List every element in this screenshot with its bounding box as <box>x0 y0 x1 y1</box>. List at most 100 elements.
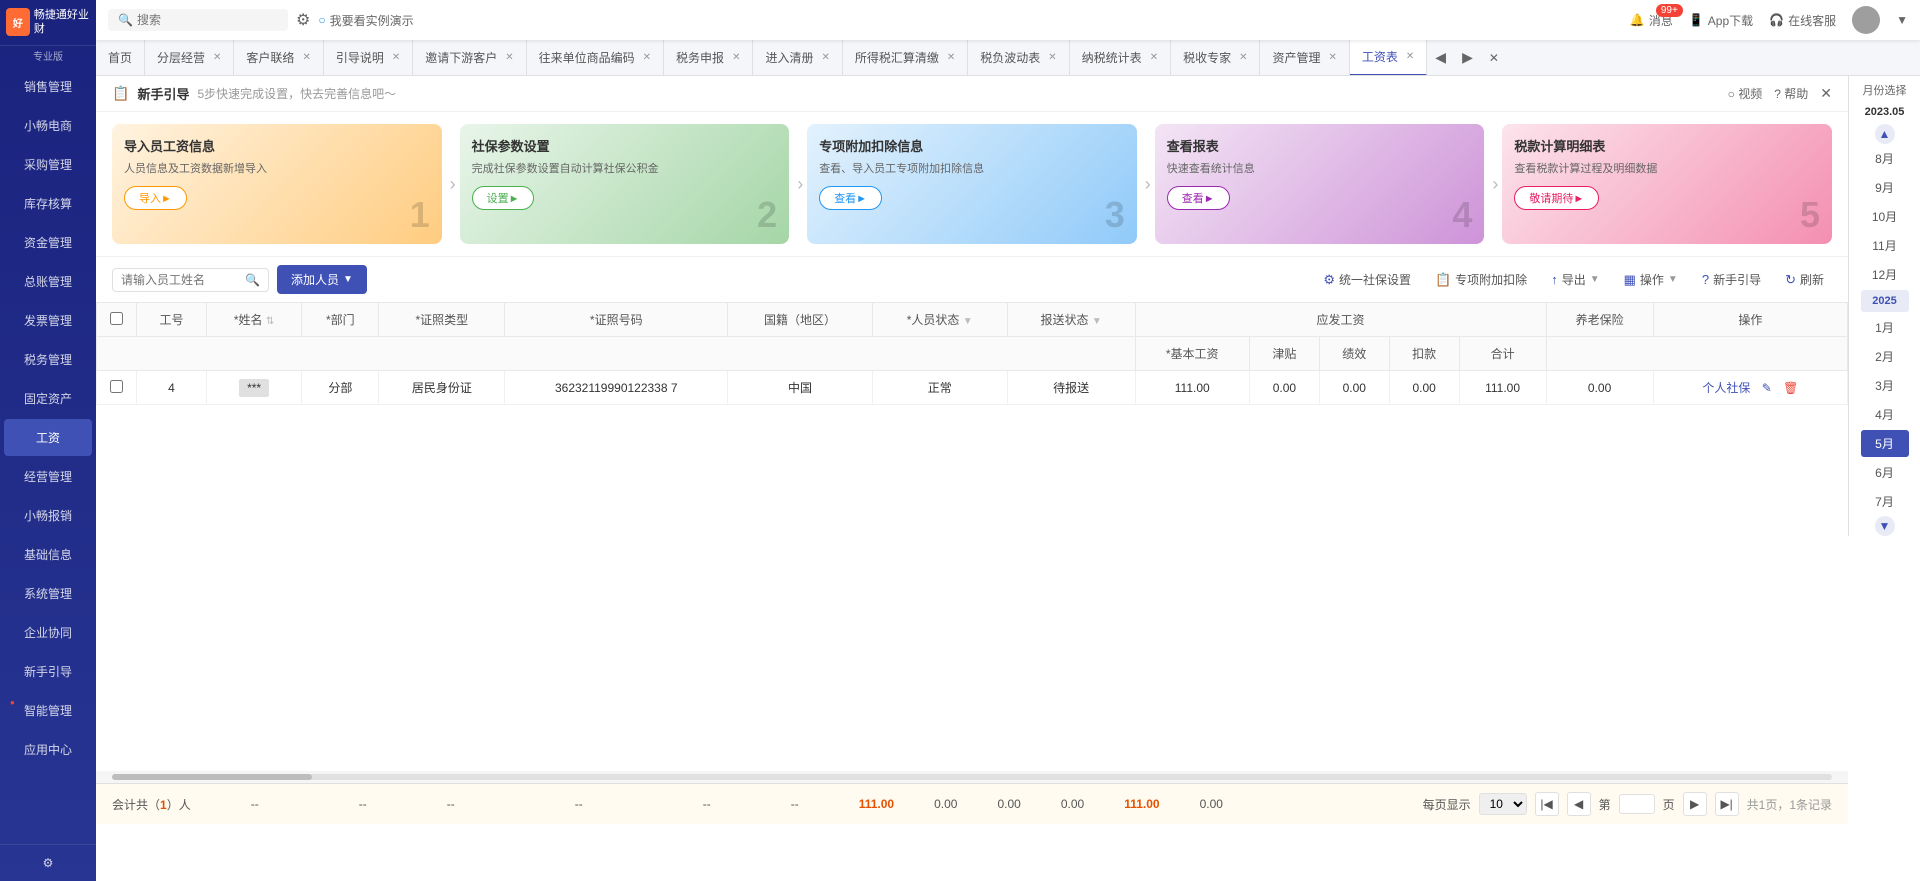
name-sort-icon[interactable]: ⇅ <box>266 316 274 327</box>
step-2-btn[interactable]: 设置► <box>472 186 535 210</box>
month-item-3[interactable]: 3月 <box>1861 372 1909 399</box>
settings-icon[interactable]: ⚙ <box>296 10 310 30</box>
demo-link[interactable]: ○ 我要看实例演示 <box>318 12 413 29</box>
page-next-btn[interactable]: ▶ <box>1683 792 1707 816</box>
export-btn[interactable]: ↑ 导出 ▼ <box>1543 267 1607 292</box>
sidebar-item-guide[interactable]: 新手引导 <box>4 653 92 690</box>
tab-income-tax[interactable]: 所得税汇算清缴 ✕ <box>843 40 968 76</box>
page-prev-btn[interactable]: ◀ <box>1567 792 1591 816</box>
month-item-9[interactable]: 9月 <box>1861 174 1909 201</box>
report-status-filter-icon[interactable]: ▼ <box>1092 316 1102 327</box>
month-item-4[interactable]: 4月 <box>1861 401 1909 428</box>
scroll-track[interactable] <box>112 774 1832 780</box>
month-item-8[interactable]: 8月 <box>1861 145 1909 172</box>
tab-close-guide-desc[interactable]: ✕ <box>392 52 400 63</box>
row-checkbox[interactable] <box>110 380 123 393</box>
step-3-btn[interactable]: 查看► <box>819 186 882 210</box>
sidebar-item-system[interactable]: 系统管理 <box>4 575 92 612</box>
row-checkbox-cell[interactable] <box>97 371 137 405</box>
page-input[interactable]: 1 <box>1619 794 1655 814</box>
page-first-btn[interactable]: |◀ <box>1535 792 1559 816</box>
step-4-btn[interactable]: 查看► <box>1167 186 1230 210</box>
tab-close-tax-relief[interactable]: ✕ <box>1048 52 1056 63</box>
sidebar-item-assets[interactable]: 固定资产 <box>4 380 92 417</box>
month-item-5[interactable]: 5月 <box>1861 430 1909 457</box>
header-search-input[interactable] <box>137 13 257 27</box>
employee-search-box[interactable]: 🔍 <box>112 268 269 292</box>
sidebar-item-purchase[interactable]: 采购管理 <box>4 146 92 183</box>
sidebar-item-inventory[interactable]: 库存核算 <box>4 185 92 222</box>
user-menu-btn[interactable]: ▼ <box>1896 13 1908 27</box>
sidebar-item-tax[interactable]: 税务管理 <box>4 341 92 378</box>
guide-help-link[interactable]: ? 帮助 <box>1774 85 1808 102</box>
sidebar-item-operations[interactable]: 经营管理 <box>4 458 92 495</box>
page-size-select[interactable]: 10 20 50 <box>1479 793 1527 815</box>
tab-next-btn[interactable]: ▶ <box>1454 40 1481 76</box>
month-item-7[interactable]: 7月 <box>1861 488 1909 515</box>
step-1-btn[interactable]: 导入► <box>124 186 187 210</box>
month-item-11[interactable]: 11月 <box>1861 232 1909 259</box>
sidebar-item-ecommerce[interactable]: 小畅电商 <box>4 107 92 144</box>
tab-close-asset-mgmt[interactable]: ✕ <box>1329 52 1337 63</box>
month-up-btn[interactable]: ▲ <box>1875 124 1895 144</box>
row-edit-icon[interactable]: ✎ <box>1762 381 1772 395</box>
month-item-6[interactable]: 6月 <box>1861 459 1909 486</box>
tab-invite[interactable]: 邀请下游客户 ✕ <box>413 40 526 76</box>
tab-clear[interactable]: 进入清册 ✕ <box>753 40 842 76</box>
sidebar-item-app-center[interactable]: 应用中心 <box>4 731 92 768</box>
sidebar-settings[interactable]: ⚙ <box>4 846 92 880</box>
guide-close-btn[interactable]: ✕ <box>1820 85 1832 102</box>
sidebar-item-sales[interactable]: 销售管理 <box>4 68 92 105</box>
tab-close-tax-return[interactable]: ✕ <box>732 52 740 63</box>
select-all-checkbox[interactable] <box>110 312 123 325</box>
tab-guide-desc[interactable]: 引导说明 ✕ <box>324 40 413 76</box>
month-item-10[interactable]: 10月 <box>1861 203 1909 230</box>
month-down-btn[interactable]: ▼ <box>1875 516 1895 536</box>
sidebar-item-basic[interactable]: 基础信息 <box>4 536 92 573</box>
tab-prev-btn[interactable]: ◀ <box>1427 40 1454 76</box>
sidebar-item-invoice[interactable]: 发票管理 <box>4 302 92 339</box>
tab-tax-stats[interactable]: 纳税统计表 ✕ <box>1070 40 1171 76</box>
tab-home[interactable]: 首页 <box>96 40 145 76</box>
sidebar-item-capital[interactable]: 资金管理 <box>4 224 92 261</box>
tab-salary-sheet[interactable]: 工资表 ✕ <box>1350 40 1427 76</box>
special-deduct-btn[interactable]: 📋 专项附加扣除 <box>1427 267 1535 292</box>
message-btn[interactable]: 🔔 消息 99+ <box>1630 12 1673 29</box>
tab-customer[interactable]: 客户联络 ✕ <box>234 40 323 76</box>
horizontal-scrollbar[interactable] <box>96 771 1848 783</box>
add-employee-btn[interactable]: 添加人员 ▼ <box>277 265 367 294</box>
unified-setting-btn[interactable]: ⚙ 统一社保设置 <box>1315 267 1419 292</box>
row-personal-insurance-link[interactable]: 个人社保 <box>1702 381 1750 395</box>
page-last-btn[interactable]: ▶| <box>1715 792 1739 816</box>
row-delete-icon[interactable]: 🗑 <box>1783 381 1798 395</box>
sidebar-item-marketing[interactable]: 小畅报销 <box>4 497 92 534</box>
tab-close-customer[interactable]: ✕ <box>302 52 310 63</box>
month-year-badge[interactable]: 2025 <box>1861 290 1909 312</box>
tab-tax-expert[interactable]: 税收专家 ✕ <box>1171 40 1260 76</box>
tab-partition[interactable]: 分层经营 ✕ <box>145 40 234 76</box>
sidebar-logo[interactable]: 好 畅捷通好业财 <box>0 0 96 46</box>
header-search-box[interactable]: 🔍 <box>108 9 288 31</box>
online-service-btn[interactable]: 🎧 在线客服 <box>1769 12 1836 29</box>
tab-close-product-code[interactable]: ✕ <box>643 52 651 63</box>
sidebar-item-smart[interactable]: 智能管理 <box>4 692 92 729</box>
tab-close-partition[interactable]: ✕ <box>213 52 221 63</box>
tab-close-tax-stats[interactable]: ✕ <box>1150 52 1158 63</box>
tab-close-income-tax[interactable]: ✕ <box>947 52 955 63</box>
guide-video-link[interactable]: ○ 视频 <box>1728 85 1763 102</box>
user-avatar[interactable] <box>1852 6 1880 34</box>
tab-product-code[interactable]: 往来单位商品编码 ✕ <box>527 40 664 76</box>
scroll-thumb[interactable] <box>112 774 312 780</box>
sidebar-item-enterprise[interactable]: 企业协同 <box>4 614 92 651</box>
step-5-btn[interactable]: 敬请期待► <box>1514 186 1599 210</box>
sidebar-item-ledger[interactable]: 总账管理 <box>4 263 92 300</box>
app-download-btn[interactable]: 📱 App下载 <box>1689 12 1753 29</box>
operations-btn[interactable]: ▦ 操作 ▼ <box>1616 267 1686 292</box>
refresh-btn[interactable]: ↻ 刷新 <box>1777 267 1832 292</box>
tab-tax-return[interactable]: 税务申报 ✕ <box>664 40 753 76</box>
sidebar-item-salary[interactable]: 工资 <box>4 419 92 456</box>
month-item-2[interactable]: 2月 <box>1861 343 1909 370</box>
status-filter-icon[interactable]: ▼ <box>963 316 973 327</box>
tab-asset-mgmt[interactable]: 资产管理 ✕ <box>1260 40 1349 76</box>
month-item-12[interactable]: 12月 <box>1861 261 1909 288</box>
